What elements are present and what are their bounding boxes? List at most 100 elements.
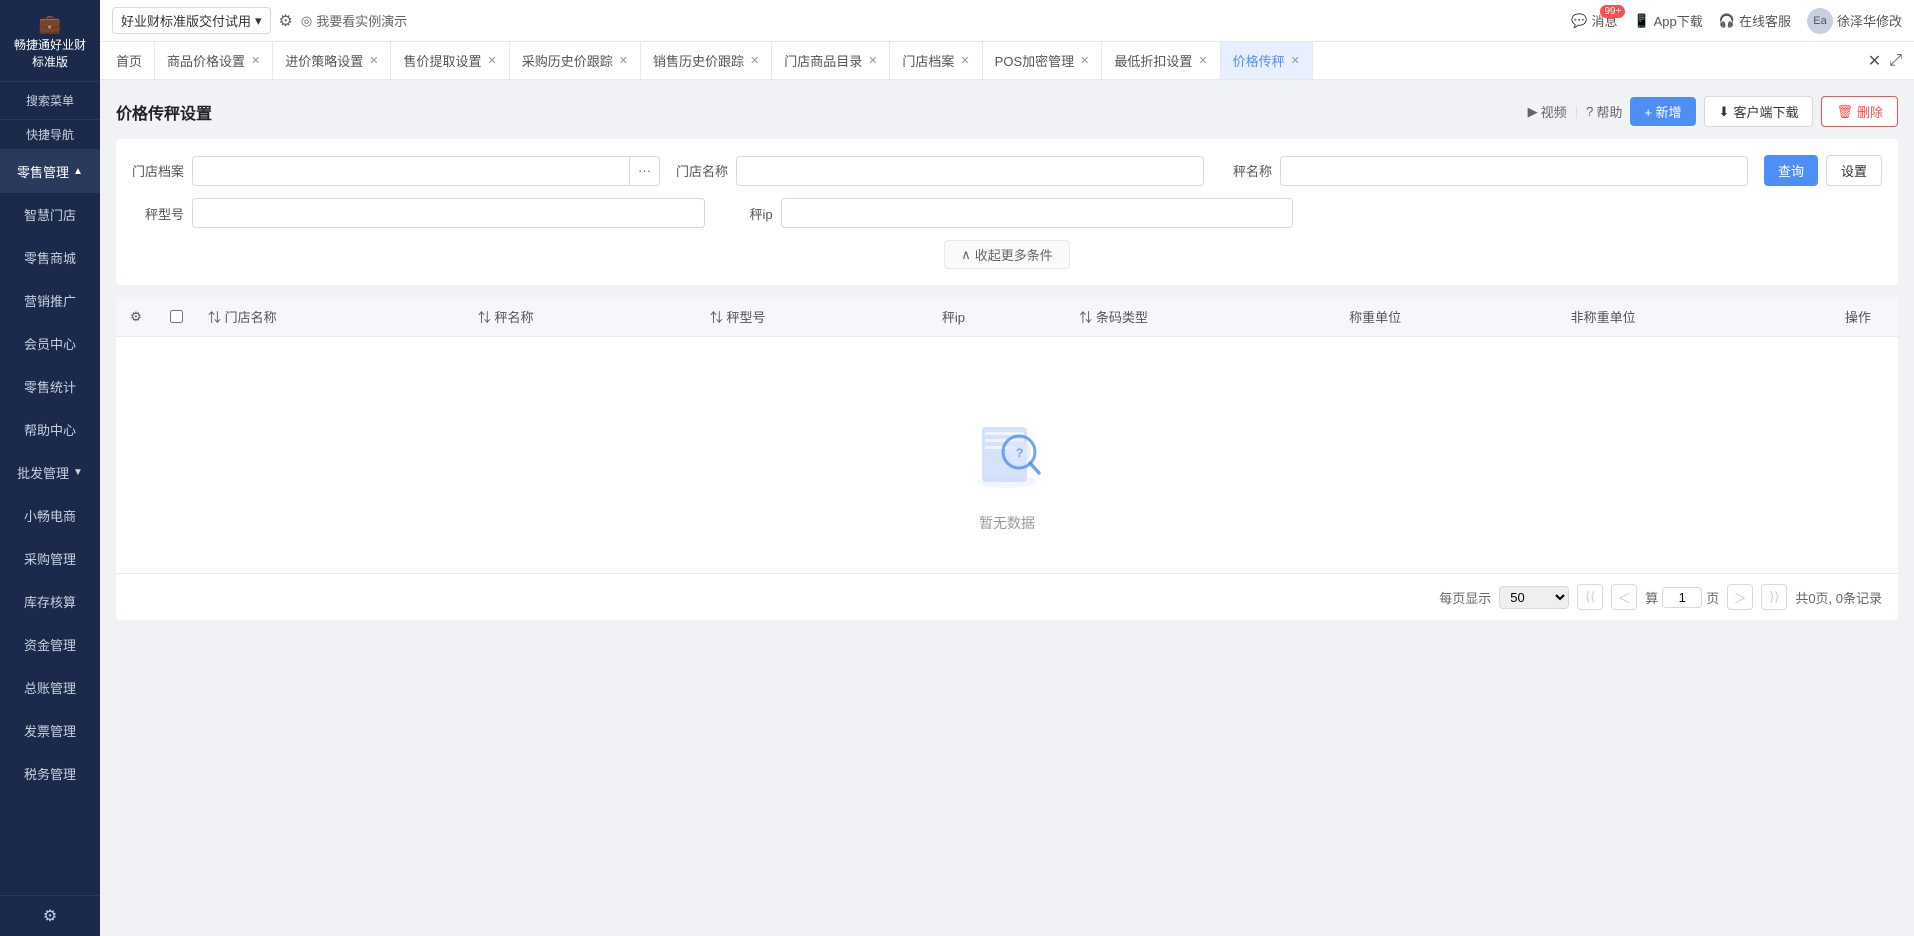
next-page-btn[interactable]: ＞ [1727,584,1753,610]
version-selector[interactable]: 好业财标准版交付试用 ▾ [112,7,271,34]
sidebar-item-purchase-mgmt[interactable]: 采购管理 [0,537,100,580]
sort-barcode-type[interactable]: ⇅ 条码类型 [1079,307,1148,326]
main-area: 好业财标准版交付试用 ▾ ⚙ ◎ 我要看实例演示 💬 消息 99+ 📱 App下… [100,0,1914,936]
tab-sale-history[interactable]: 销售历史价跟踪 ✕ [641,42,772,80]
video-link[interactable]: ▶ 视频 [1528,102,1567,121]
sidebar-item-retail-stats[interactable]: 零售统计 [0,365,100,408]
scale-name-input[interactable] [1280,156,1748,186]
user-info[interactable]: Ea 徐泽华修改 [1807,8,1902,34]
store-name-field: 门店名称 [676,156,1204,186]
tab-purchase-strategy[interactable]: 进价策略设置 ✕ [273,42,391,80]
delete-button[interactable]: 🗑 删除 [1821,96,1898,127]
tab-close-icon[interactable]: ✕ [369,54,378,67]
collapse-btn[interactable]: ∧ 收起更多条件 [944,240,1070,269]
tab-price-scale[interactable]: 价格传秤 ✕ [1221,42,1313,80]
tab-store-catalog[interactable]: 门店商品目录 ✕ [772,42,890,80]
tab-label: 进价策略设置 [285,51,363,70]
sidebar-item-member-center[interactable]: 会员中心 [0,322,100,365]
first-page-btn[interactable]: ⟨⟨ [1577,584,1603,610]
scale-model-input[interactable] [192,198,705,228]
page-number-input[interactable] [1662,587,1702,608]
sidebar-item-smart-shop[interactable]: 智慧门店 [0,193,100,236]
sidebar-item-wholesale-mgmt[interactable]: 批发管理 ▼ [0,451,100,494]
tab-pos-crypto[interactable]: POS加密管理 ✕ [983,42,1103,80]
search-menu-label: 搜索菜单 [26,94,74,108]
tab-sale-pickup[interactable]: 售价提取设置 ✕ [391,42,509,80]
sort-store-name[interactable]: ⇅ 门店名称 [208,307,277,326]
tab-store-file[interactable]: 门店档案 ✕ [890,42,982,80]
store-file-label: 门店档案 [132,161,184,180]
tab-close-icon[interactable]: ✕ [1198,54,1207,67]
scale-model-label: 秤型号 [132,204,184,223]
tab-close-icon[interactable]: ✕ [251,54,260,67]
sidebar-item-fund-mgmt[interactable]: 资金管理 [0,623,100,666]
tab-price-setting[interactable]: 商品价格设置 ✕ [155,42,273,80]
query-button[interactable]: 查询 [1764,155,1818,186]
sidebar-item-retail-mall[interactable]: 零售商城 [0,236,100,279]
sidebar-item-label: 库存核算 [24,592,76,611]
tab-home[interactable]: 首页 [104,42,155,80]
tab-close-icon[interactable]: ✕ [960,54,969,67]
sort-scale-model[interactable]: ⇅ 秤型号 [710,307,766,326]
select-all-checkbox[interactable] [170,310,183,323]
logo-line1: 畅捷通好业财 [8,37,92,54]
demo-link[interactable]: ◎ 我要看实例演示 [301,11,407,30]
app-download-btn[interactable]: 📱 App下载 [1633,11,1702,30]
th-settings: ⚙ [116,297,156,337]
search-row-2: 秤型号 秤ip [132,198,1882,228]
sidebar-item-label: 会员中心 [24,334,76,353]
scale-ip-input[interactable] [781,198,1294,228]
collapse-up-icon: ∧ [961,247,971,263]
help-link[interactable]: ? 帮助 [1586,102,1622,121]
online-service-btn[interactable]: 🎧 在线客服 [1719,11,1791,30]
settings-icon[interactable]: ⚙ [130,309,142,324]
tab-min-discount[interactable]: 最低折扣设置 ✕ [1102,42,1220,80]
sidebar-quick-nav[interactable]: 快捷导航 [0,120,100,150]
tab-close-icon[interactable]: ✕ [1291,54,1300,67]
expand-tab-btn[interactable]: ⤢ [1889,52,1902,70]
expand-arrow-icon: ▲ [73,166,83,177]
delete-icon: 🗑 [1836,104,1853,120]
store-name-input[interactable] [736,156,1204,186]
table-header-row: ⚙ ⇅ 门店名称 ⇅ 秤名称 [116,297,1898,337]
quick-nav-label: 快捷导航 [26,128,74,142]
sort-scale-name[interactable]: ⇅ 秤名称 [478,307,534,326]
th-scale-name: ⇅ 秤名称 [466,297,698,337]
per-page-select[interactable]: 10 20 50 100 [1499,586,1569,609]
sidebar-search[interactable]: 搜索菜单 [0,82,100,120]
tab-close-icon[interactable]: ✕ [750,54,759,67]
store-file-browse-btn[interactable]: ··· [630,156,660,186]
set-button[interactable]: 设置 [1826,155,1882,186]
download-button[interactable]: ⬇ 客户端下载 [1704,96,1814,127]
prev-page-btn[interactable]: ＜ [1611,584,1637,610]
close-tab-btn[interactable]: ✕ [1868,51,1881,71]
sidebar-item-inventory[interactable]: 库存核算 [0,580,100,623]
sidebar-item-marketing[interactable]: 营销推广 [0,279,100,322]
th-barcode-type: ⇅ 条码类型 [1067,297,1337,337]
pagination: 每页显示 10 20 50 100 ⟨⟨ ＜ 算 页 [116,573,1898,620]
store-name-label: 门店名称 [676,161,728,180]
demo-label: 我要看实例演示 [316,11,407,30]
sidebar-item-retail-mgmt[interactable]: 零售管理 ▲ [0,150,100,193]
sidebar-settings-btn[interactable]: ⚙ [0,895,100,936]
add-button[interactable]: + 新增 [1630,97,1695,126]
tab-label: 最低折扣设置 [1114,51,1192,70]
page-header: 价格传秤设置 ▶ 视频 | ? 帮助 + 新增 ⬇ 客户端下载 [116,96,1898,127]
settings-icon[interactable]: ⚙ [279,11,293,31]
last-page-btn[interactable]: ⟩⟩ [1761,584,1787,610]
sidebar-item-invoice-mgmt[interactable]: 发票管理 [0,709,100,752]
tab-close-icon[interactable]: ✕ [868,54,877,67]
message-btn[interactable]: 💬 消息 99+ [1571,11,1617,30]
tab-close-icon[interactable]: ✕ [1080,54,1089,67]
empty-state: ? 暂无数据 [116,337,1898,573]
sidebar-item-help-center[interactable]: 帮助中心 [0,408,100,451]
sidebar-item-tax-mgmt[interactable]: 税务管理 [0,752,100,795]
first-page-icon: ⟨⟨ [1585,589,1595,605]
sidebar-item-xiaochange[interactable]: 小畅电商 [0,494,100,537]
store-file-input[interactable] [192,156,630,186]
tab-purchase-history[interactable]: 采购历史价跟踪 ✕ [510,42,641,80]
scale-model-field: 秤型号 [132,198,705,228]
tab-close-icon[interactable]: ✕ [488,54,497,67]
tab-close-icon[interactable]: ✕ [619,54,628,67]
sidebar-item-general-ledger[interactable]: 总账管理 [0,666,100,709]
